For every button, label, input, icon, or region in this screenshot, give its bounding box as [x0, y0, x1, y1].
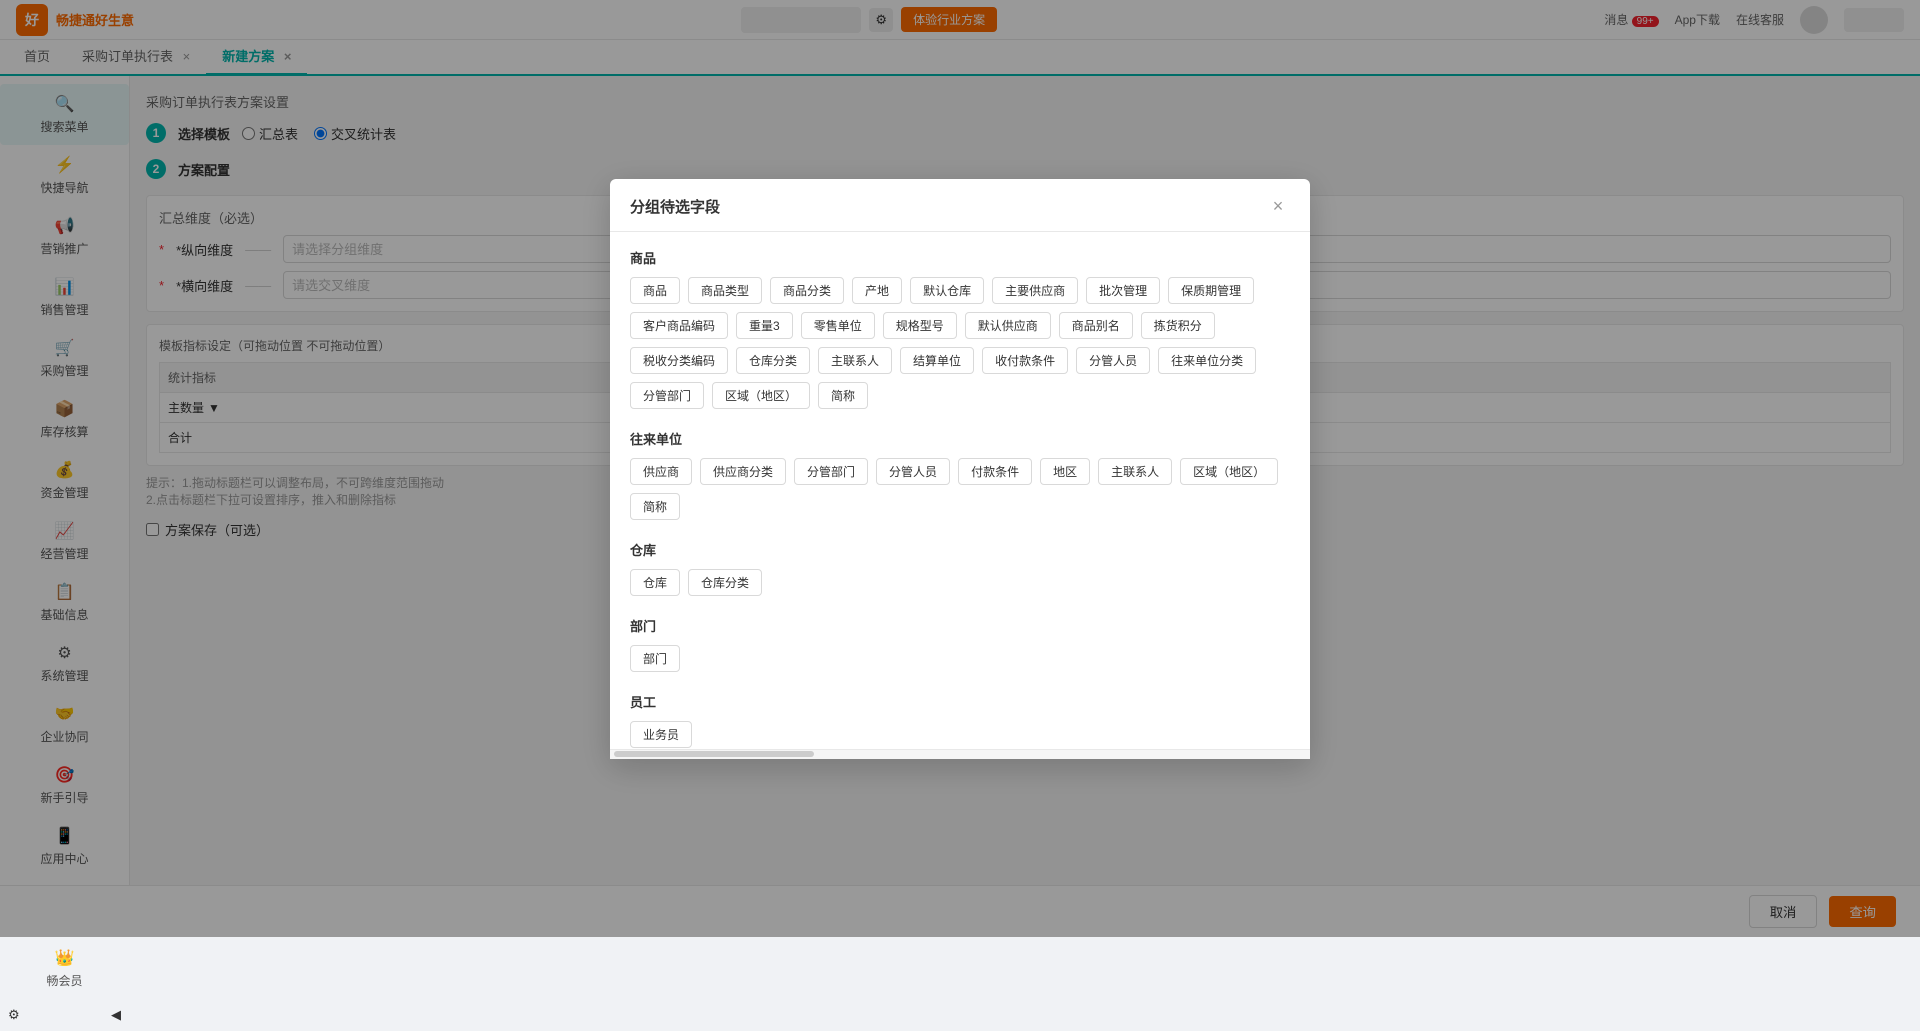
- section-employee-title: 员工: [630, 692, 1290, 711]
- field-partner-contact[interactable]: 主联系人: [1098, 458, 1172, 485]
- sidebar-collapse-icon[interactable]: ◀: [111, 1007, 121, 1023]
- field-default-supplier[interactable]: 默认供应商: [965, 312, 1051, 339]
- field-expiry-mgmt[interactable]: 保质期管理: [1168, 277, 1254, 304]
- field-retail-unit[interactable]: 零售单位: [801, 312, 875, 339]
- field-origin[interactable]: 产地: [852, 277, 902, 304]
- field-spec-model[interactable]: 规格型号: [883, 312, 957, 339]
- field-goods[interactable]: 商品: [630, 277, 680, 304]
- field-partner-region[interactable]: 区域（地区）: [1180, 458, 1278, 485]
- field-settlement-unit[interactable]: 结算单位: [900, 347, 974, 374]
- field-payment-terms[interactable]: 收付款条件: [982, 347, 1068, 374]
- field-supplier-category[interactable]: 供应商分类: [700, 458, 786, 485]
- field-supplier[interactable]: 供应商: [630, 458, 692, 485]
- field-warehouse-category[interactable]: 仓库分类: [736, 347, 810, 374]
- partner-fields: 供应商 供应商分类 分管部门 分管人员 付款条件 地区 主联系人 区域（地区） …: [630, 458, 1290, 520]
- field-select-modal: 分组待选字段 × 商品 商品 商品类型 商品分类 产地 默认仓库 主要供应商 批…: [610, 179, 1310, 759]
- field-salesperson[interactable]: 业务员: [630, 721, 692, 748]
- field-partner-dept[interactable]: 分管部门: [794, 458, 868, 485]
- field-tax-code[interactable]: 税收分类编码: [630, 347, 728, 374]
- modal-overlay: 分组待选字段 × 商品 商品 商品类型 商品分类 产地 默认仓库 主要供应商 批…: [0, 0, 1920, 937]
- field-main-supplier[interactable]: 主要供应商: [992, 277, 1078, 304]
- field-main-contact[interactable]: 主联系人: [818, 347, 892, 374]
- field-batch-mgmt[interactable]: 批次管理: [1086, 277, 1160, 304]
- department-fields: 部门: [630, 645, 1290, 672]
- section-partner-title: 往来单位: [630, 429, 1290, 448]
- section-partner: 往来单位 供应商 供应商分类 分管部门 分管人员 付款条件 地区 主联系人 区域…: [630, 429, 1290, 520]
- field-area[interactable]: 地区: [1040, 458, 1090, 485]
- field-weight3[interactable]: 重量3: [736, 312, 793, 339]
- field-goods-category[interactable]: 商品分类: [770, 277, 844, 304]
- field-region[interactable]: 区域（地区）: [712, 382, 810, 409]
- field-goods-type[interactable]: 商品类型: [688, 277, 762, 304]
- modal-body: 商品 商品 商品类型 商品分类 产地 默认仓库 主要供应商 批次管理 保质期管理…: [610, 232, 1310, 750]
- field-partner-category[interactable]: 往来单位分类: [1158, 347, 1256, 374]
- field-dept[interactable]: 部门: [630, 645, 680, 672]
- section-department-title: 部门: [630, 616, 1290, 635]
- member-icon: 👑: [55, 948, 75, 968]
- field-payment-condition[interactable]: 付款条件: [958, 458, 1032, 485]
- modal-hscroll[interactable]: [610, 749, 1310, 758]
- section-goods-title: 商品: [630, 248, 1290, 267]
- field-goods-alias[interactable]: 商品别名: [1059, 312, 1133, 339]
- section-goods: 商品 商品 商品类型 商品分类 产地 默认仓库 主要供应商 批次管理 保质期管理…: [630, 248, 1290, 409]
- sidebar-settings-icon[interactable]: ⚙: [8, 1007, 20, 1023]
- sidebar-item-member[interactable]: 👑 畅会员: [0, 938, 129, 999]
- section-warehouse-title: 仓库: [630, 540, 1290, 559]
- field-pick-score[interactable]: 拣货积分: [1141, 312, 1215, 339]
- goods-fields: 商品 商品类型 商品分类 产地 默认仓库 主要供应商 批次管理 保质期管理 客户…: [630, 277, 1290, 409]
- field-partner-short[interactable]: 简称: [630, 493, 680, 520]
- field-default-warehouse[interactable]: 默认仓库: [910, 277, 984, 304]
- employee-fields: 业务员: [630, 721, 1290, 748]
- field-wh[interactable]: 仓库: [630, 569, 680, 596]
- modal-header: 分组待选字段 ×: [610, 179, 1310, 232]
- hscroll-thumb: [614, 751, 814, 757]
- section-warehouse: 仓库 仓库 仓库分类: [630, 540, 1290, 596]
- field-customer-code[interactable]: 客户商品编码: [630, 312, 728, 339]
- modal-title: 分组待选字段: [630, 196, 720, 217]
- section-department: 部门 部门: [630, 616, 1290, 672]
- field-short-name[interactable]: 简称: [818, 382, 868, 409]
- warehouse-fields: 仓库 仓库分类: [630, 569, 1290, 596]
- section-employee: 员工 业务员: [630, 692, 1290, 748]
- field-partner-supervisor[interactable]: 分管人员: [876, 458, 950, 485]
- field-wh-category[interactable]: 仓库分类: [688, 569, 762, 596]
- field-mgmt-dept[interactable]: 分管部门: [630, 382, 704, 409]
- modal-close-btn[interactable]: ×: [1266, 195, 1290, 219]
- field-supervisor[interactable]: 分管人员: [1076, 347, 1150, 374]
